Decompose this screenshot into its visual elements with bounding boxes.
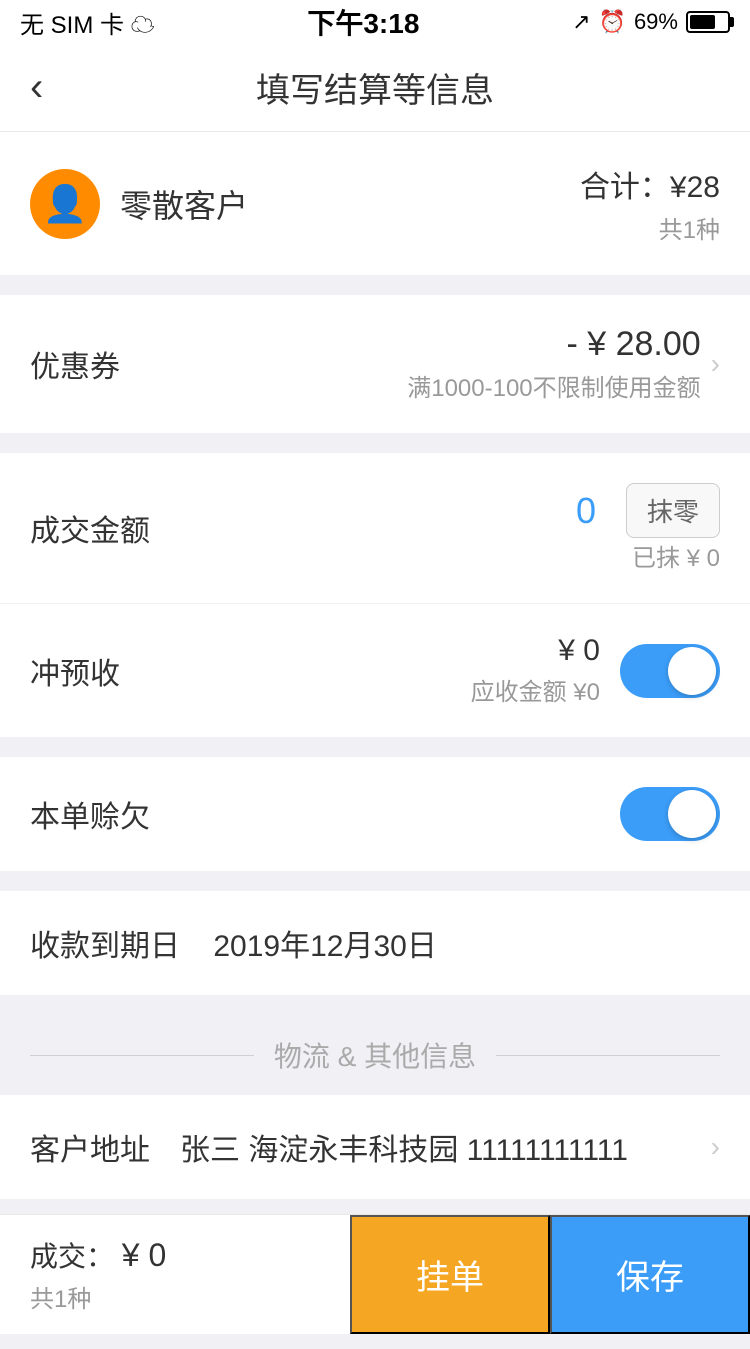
status-left: 无 SIM 卡 ☁: [20, 5, 155, 40]
prepay-row: 冲预收 ¥ 0 应收金额 ¥0: [0, 604, 750, 737]
transaction-label: 成交金额: [30, 506, 150, 550]
hold-order-button[interactable]: 挂单: [350, 1215, 550, 1334]
avatar: 👤: [30, 169, 100, 239]
bottom-bar: 成交： ¥ 0 共1种 挂单 保存: [0, 1214, 750, 1334]
bottom-amount: ¥ 0: [122, 1237, 166, 1273]
transaction-section: 成交金额 0 抹零 已抹 ¥ 0 冲预收 ¥ 0 应收金额 ¥0: [0, 453, 750, 737]
battery-percent: 69%: [634, 9, 678, 35]
prepay-amounts: ¥ 0 应收金额 ¥0: [471, 634, 600, 707]
prepay-toggle[interactable]: [620, 644, 720, 698]
logistics-label: 物流 & 其他信息: [274, 1035, 476, 1075]
transaction-row: 成交金额 0 抹零 已抹 ¥ 0: [0, 453, 750, 604]
credit-row: 本单赊欠: [0, 757, 750, 871]
credit-toggle[interactable]: [620, 787, 720, 841]
coupon-row[interactable]: 优惠券 - ¥ 28.00 满1000-100不限制使用金额 ›: [0, 295, 750, 433]
logistics-divider: 物流 & 其他信息: [0, 1015, 750, 1095]
credit-section: 本单赊欠: [0, 757, 750, 871]
nav-bar: ‹ 填写结算等信息: [0, 44, 750, 132]
address-label: 客户地址: [30, 1125, 150, 1169]
address-section[interactable]: 客户地址 张三 海淀永丰科技园 11111111111 ›: [0, 1095, 750, 1199]
prepay-amount-sub: 应收金额 ¥0: [471, 672, 600, 707]
customer-count: 共1种: [580, 210, 720, 245]
coupon-section[interactable]: 优惠券 - ¥ 28.00 满1000-100不限制使用金额 ›: [0, 295, 750, 433]
page-title: 填写结算等信息: [256, 63, 494, 112]
amount-input-area: 0 抹零: [576, 483, 720, 538]
due-date-section: 收款到期日 2019年12月30日: [0, 891, 750, 995]
location-icon: ↗: [572, 9, 590, 35]
save-button[interactable]: 保存: [550, 1215, 750, 1334]
address-content: 张三 海淀永丰科技园 11111111111: [180, 1125, 711, 1169]
customer-section: 👤 零散客户 合计：¥28 共1种: [0, 132, 750, 275]
bottom-info: 成交： ¥ 0 共1种: [0, 1235, 350, 1314]
customer-info: 👤 零散客户: [30, 169, 248, 239]
address-chevron-icon: ›: [711, 1131, 720, 1163]
due-date-value[interactable]: 2019年12月30日: [213, 930, 436, 963]
back-button[interactable]: ‹: [30, 55, 53, 120]
alarm-icon: ⏰: [599, 9, 626, 35]
due-date-label: 收款到期日 2019年12月30日: [30, 930, 437, 963]
bottom-count: 共1种: [30, 1279, 320, 1314]
content-area: 👤 零散客户 合计：¥28 共1种 优惠券 - ¥ 28.00 满1000-10…: [0, 132, 750, 1349]
prepay-label: 冲预收: [30, 649, 120, 693]
transaction-amount[interactable]: 0: [576, 490, 606, 532]
due-date-text-label: 收款到期日: [30, 930, 180, 963]
status-bar: 无 SIM 卡 ☁ 下午3:18 ↗ ⏰ 69%: [0, 0, 750, 44]
coupon-chevron-icon: ›: [711, 348, 720, 380]
sim-text: 无 SIM 卡 ☁: [20, 5, 155, 40]
prepay-right: ¥ 0 应收金额 ¥0: [471, 634, 720, 707]
coupon-desc: 满1000-100不限制使用金额: [407, 368, 700, 403]
customer-total: 合计：¥28: [580, 162, 720, 206]
bottom-deal-row: 成交： ¥ 0: [30, 1235, 320, 1275]
logistics-line-right: [496, 1055, 720, 1056]
bottom-deal-label: 成交：: [30, 1241, 114, 1272]
prepay-amount-main: ¥ 0: [471, 634, 600, 668]
avatar-icon: 👤: [43, 183, 88, 225]
credit-label: 本单赊欠: [30, 792, 150, 836]
round-zero-button[interactable]: 抹零: [626, 483, 720, 538]
battery-icon: [686, 11, 730, 33]
status-time: 下午3:18: [307, 2, 419, 42]
already-rounded-text: 已抹 ¥ 0: [632, 538, 720, 573]
toggle-knob: [668, 647, 716, 695]
coupon-info: - ¥ 28.00 满1000-100不限制使用金额: [407, 325, 700, 403]
customer-name: 零散客户: [120, 181, 248, 227]
credit-toggle-knob: [668, 790, 716, 838]
coupon-amount: - ¥ 28.00: [407, 325, 700, 364]
transaction-right: 0 抹零 已抹 ¥ 0: [576, 483, 720, 573]
customer-summary: 合计：¥28 共1种: [580, 162, 720, 245]
status-right: ↗ ⏰ 69%: [572, 9, 730, 35]
coupon-right: - ¥ 28.00 满1000-100不限制使用金额 ›: [407, 325, 720, 403]
logistics-line-left: [30, 1055, 254, 1056]
coupon-label: 优惠券: [30, 342, 120, 386]
